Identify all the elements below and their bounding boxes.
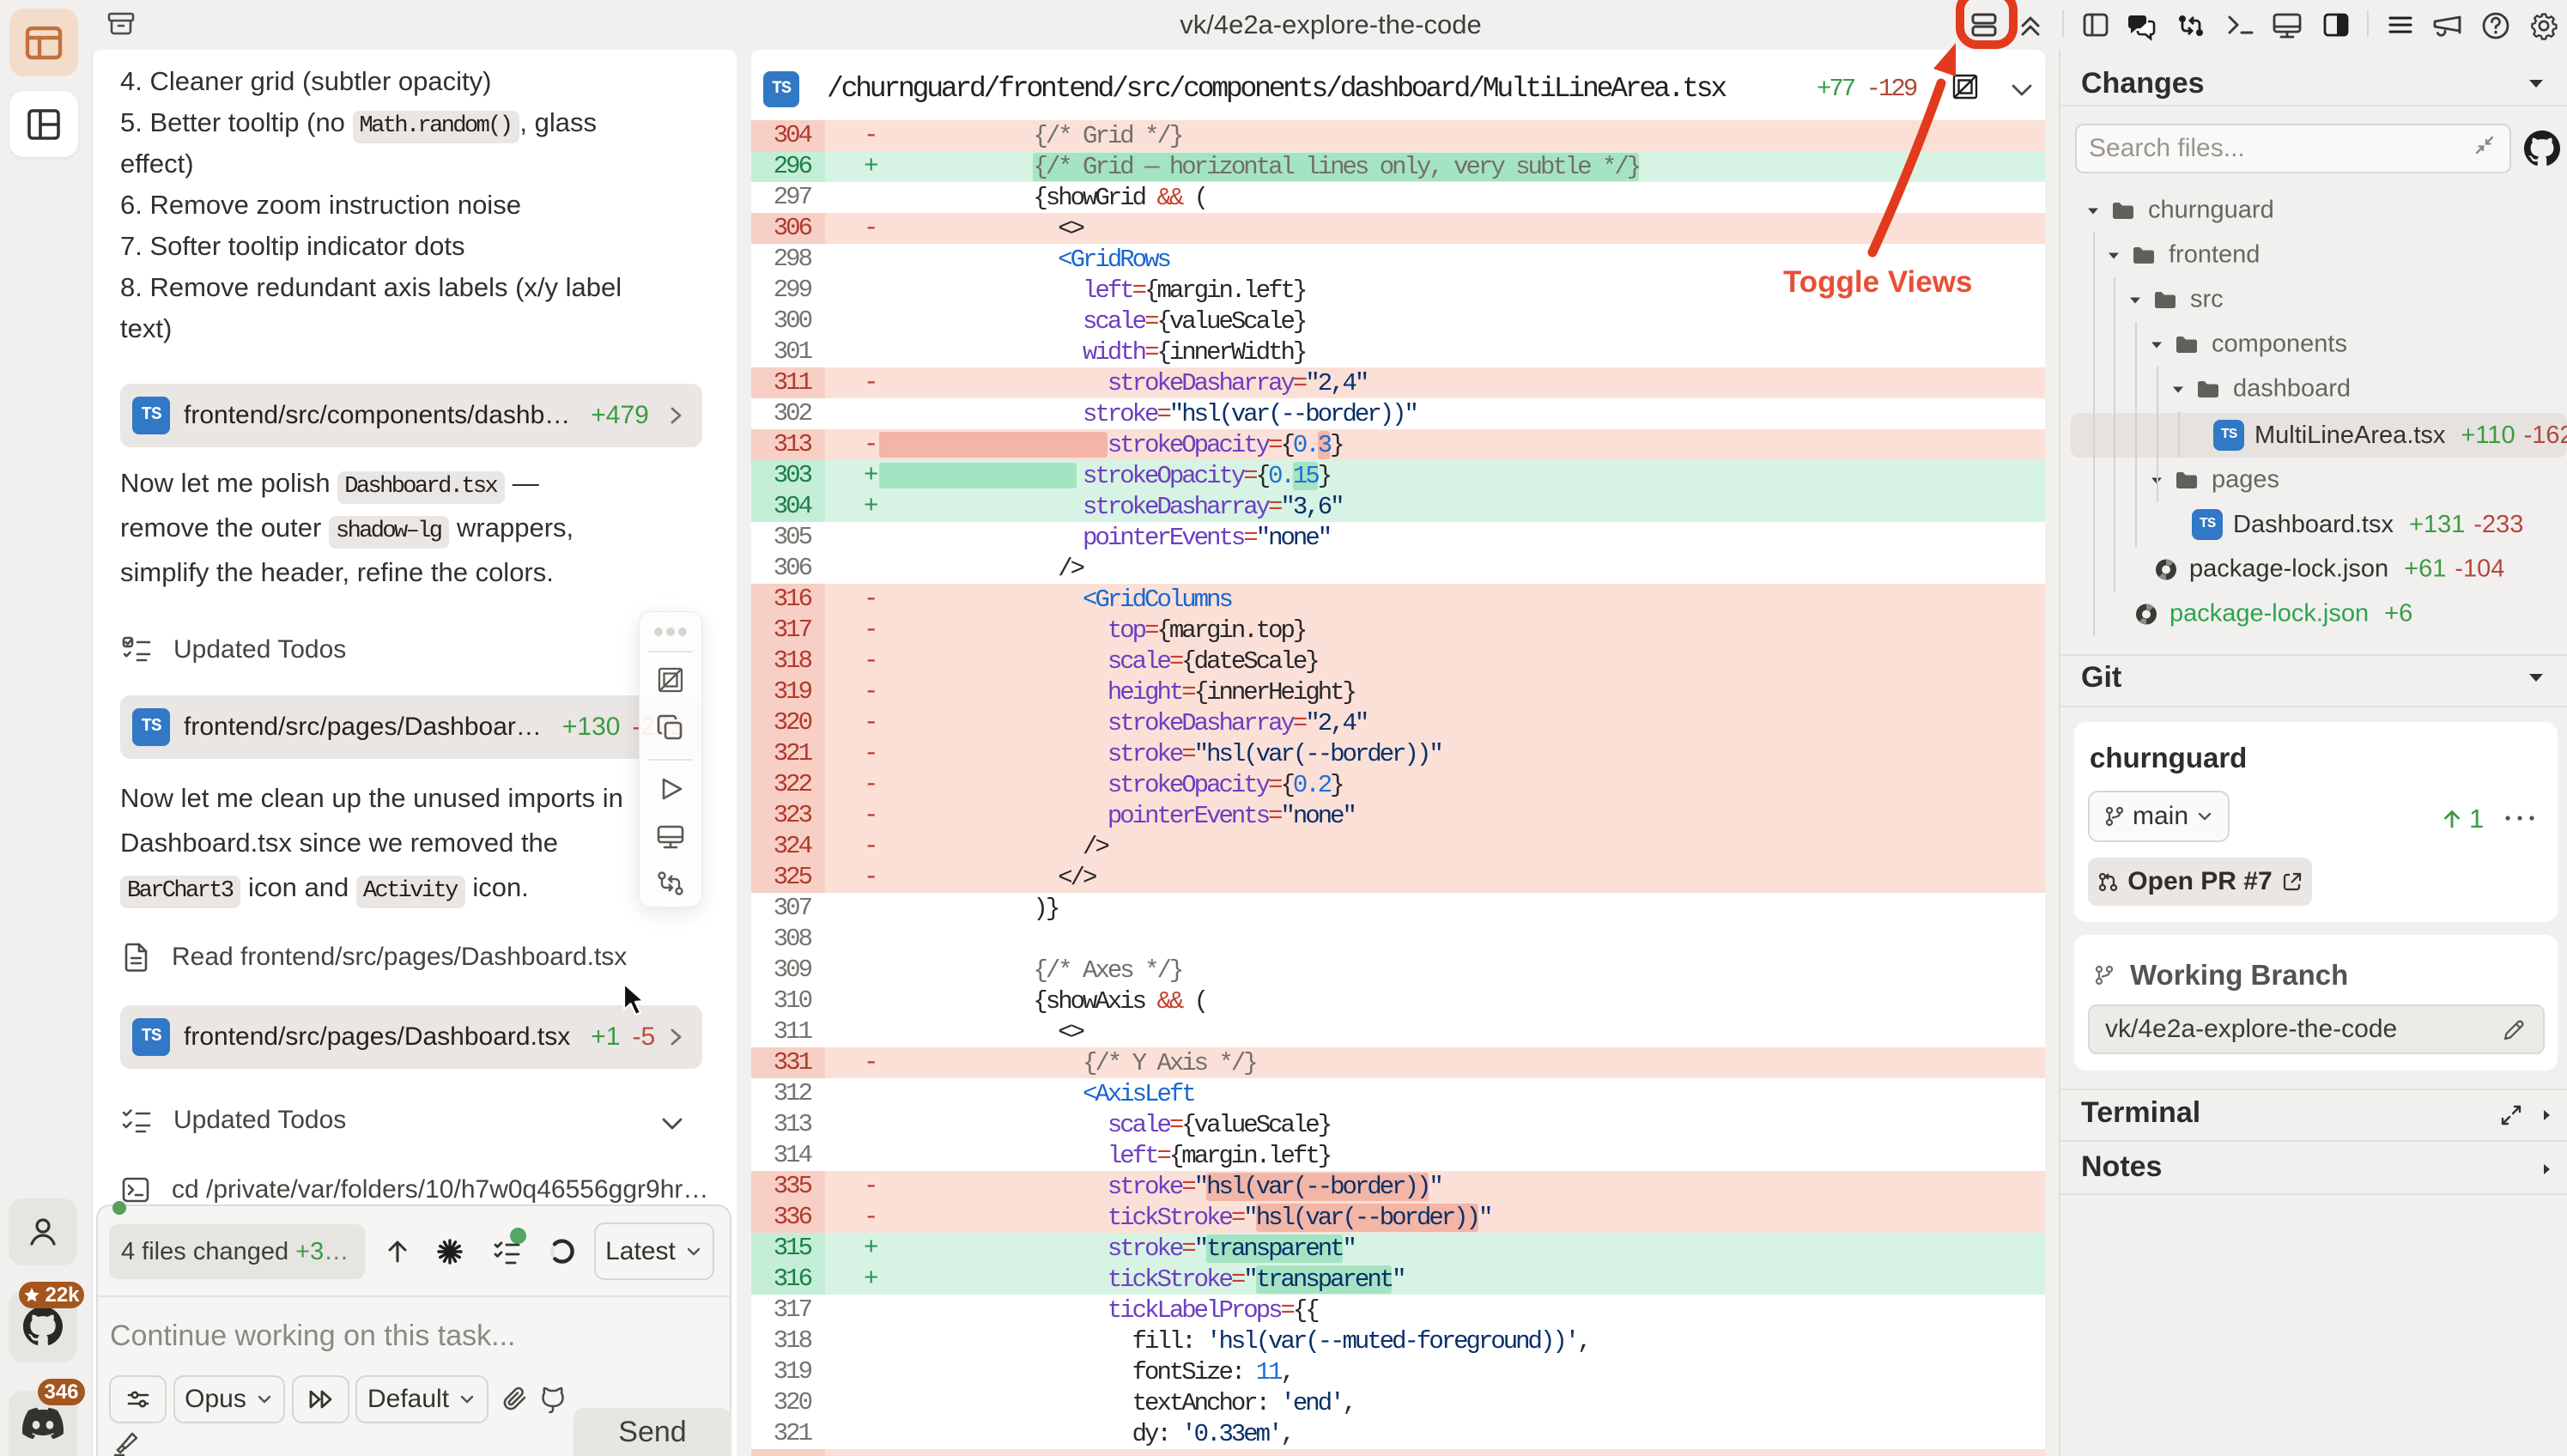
svg-text:Toggle Views: Toggle Views (1783, 265, 1972, 299)
